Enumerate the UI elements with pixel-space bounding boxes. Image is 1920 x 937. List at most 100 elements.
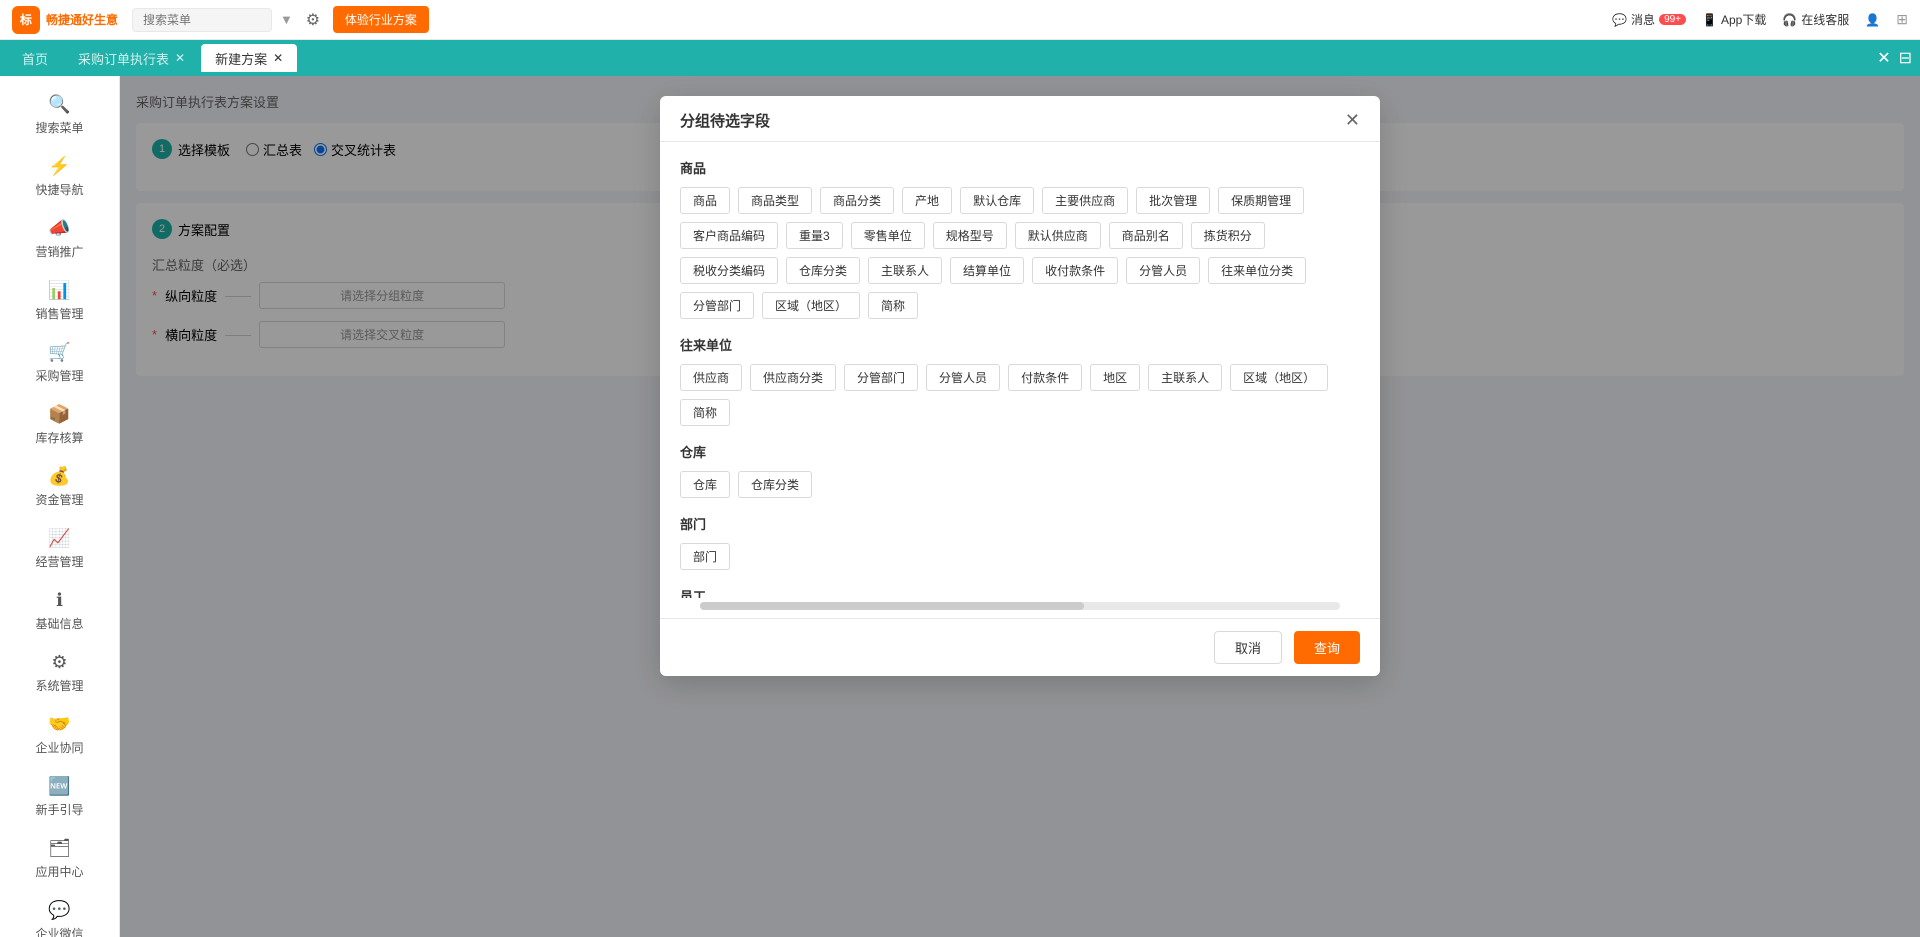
- shortcut-icon: ⚡: [48, 156, 70, 177]
- field-tag[interactable]: 产地: [902, 187, 952, 214]
- warehouse-field-grid: 仓库 仓库分类: [680, 471, 1360, 498]
- online-support-item[interactable]: 🎧 在线客服: [1782, 11, 1849, 28]
- field-tag[interactable]: 简称: [868, 292, 918, 319]
- sidebar-item-purchase[interactable]: 🛒 采购管理: [0, 332, 119, 394]
- field-tag[interactable]: 供应商分类: [750, 364, 836, 391]
- expand-icon[interactable]: ⊞: [1896, 11, 1908, 28]
- field-tag[interactable]: 商品类型: [738, 187, 812, 214]
- field-tag[interactable]: 保质期管理: [1218, 187, 1304, 214]
- sales-icon: 📊: [48, 280, 70, 301]
- field-tag[interactable]: 仓库分类: [738, 471, 812, 498]
- search-nav-icon: 🔍: [48, 94, 70, 115]
- trial-button[interactable]: 体验行业方案: [333, 6, 429, 33]
- sidebar-item-shortcut[interactable]: ⚡ 快捷导航: [0, 146, 119, 208]
- field-tag[interactable]: 区域（地区）: [762, 292, 860, 319]
- field-tag[interactable]: 拣货积分: [1191, 222, 1265, 249]
- tab-new-plan-label: 新建方案: [215, 49, 267, 68]
- field-tag[interactable]: 分管人员: [926, 364, 1000, 391]
- sidebar-item-collab[interactable]: 🤝 企业协同: [0, 704, 119, 766]
- field-tag[interactable]: 区域（地区）: [1230, 364, 1328, 391]
- field-tag[interactable]: 客户商品编码: [680, 222, 778, 249]
- field-tag[interactable]: 结算单位: [950, 257, 1024, 284]
- field-tag[interactable]: 主联系人: [868, 257, 942, 284]
- message-label: 消息: [1631, 11, 1655, 28]
- tab-purchase-exec-label: 采购订单执行表: [78, 49, 169, 68]
- sidebar-item-search[interactable]: 🔍 搜索菜单: [0, 84, 119, 146]
- sidebar-item-wechat[interactable]: 💬 企业微信: [0, 890, 119, 937]
- sidebar-item-finance[interactable]: 💰 资金管理: [0, 456, 119, 518]
- modal-footer: 取消 查询: [660, 618, 1380, 676]
- field-tag[interactable]: 重量3: [786, 222, 843, 249]
- field-tag[interactable]: 默认供应商: [1015, 222, 1101, 249]
- modal-body: 商品 商品 商品类型 商品分类 产地 默认仓库 主要供应商 批次管理 保质期管理…: [660, 142, 1380, 598]
- tab-home-label: 首页: [22, 49, 48, 68]
- field-tag[interactable]: 批次管理: [1136, 187, 1210, 214]
- app-download-label: App下载: [1721, 11, 1766, 28]
- field-tag[interactable]: 付款条件: [1008, 364, 1082, 391]
- logo-icon: 标: [12, 6, 40, 34]
- sidebar-item-guide[interactable]: 🆕 新手引导: [0, 766, 119, 828]
- field-tag[interactable]: 规格型号: [933, 222, 1007, 249]
- sidebar-item-marketing[interactable]: 📣 营销推广: [0, 208, 119, 270]
- field-tag[interactable]: 供应商: [680, 364, 742, 391]
- tab-home[interactable]: 首页: [8, 44, 62, 72]
- user-icon: 👤: [1865, 13, 1880, 27]
- message-item[interactable]: 💬 消息 99+: [1612, 11, 1686, 28]
- section-employee: 员工 业务员: [680, 586, 1360, 598]
- sidebar-item-inventory[interactable]: 📦 库存核算: [0, 394, 119, 456]
- tab-new-plan-close[interactable]: ✕: [273, 51, 283, 65]
- user-avatar[interactable]: 👤: [1865, 13, 1880, 27]
- modal-header: 分组待选字段 ✕: [660, 96, 1380, 142]
- section-department: 部门 部门: [680, 514, 1360, 570]
- sidebar-item-guide-label: 新手引导: [35, 801, 83, 818]
- system-icon: ⚙: [51, 652, 67, 673]
- close-window-icon[interactable]: ✕: [1877, 48, 1890, 68]
- sidebar-item-appcenter[interactable]: 🗂 应用中心: [0, 828, 119, 890]
- finance-icon: 💰: [48, 466, 70, 487]
- field-tag[interactable]: 分管部门: [844, 364, 918, 391]
- minimize-icon[interactable]: ⊟: [1899, 48, 1912, 68]
- sidebar-item-ops[interactable]: 📈 经营管理: [0, 518, 119, 580]
- field-tag[interactable]: 仓库分类: [786, 257, 860, 284]
- settings-icon[interactable]: ⚙: [301, 8, 325, 32]
- product-field-grid: 商品 商品类型 商品分类 产地 默认仓库 主要供应商 批次管理 保质期管理 客户…: [680, 187, 1360, 319]
- modal-close-button[interactable]: ✕: [1345, 110, 1360, 131]
- field-tag[interactable]: 默认仓库: [960, 187, 1034, 214]
- field-tag[interactable]: 简称: [680, 399, 730, 426]
- field-tag[interactable]: 零售单位: [851, 222, 925, 249]
- field-tag[interactable]: 部门: [680, 543, 730, 570]
- app-download-item[interactable]: 📱 App下载: [1702, 11, 1766, 28]
- field-tag[interactable]: 商品别名: [1109, 222, 1183, 249]
- tab-purchase-exec[interactable]: 采购订单执行表 ✕: [64, 44, 199, 72]
- cancel-button[interactable]: 取消: [1214, 631, 1282, 664]
- field-tag[interactable]: 税收分类编码: [680, 257, 778, 284]
- sidebar-item-finance-label: 资金管理: [35, 491, 83, 508]
- field-tag[interactable]: 仓库: [680, 471, 730, 498]
- tab-purchase-exec-close[interactable]: ✕: [175, 51, 185, 65]
- purchase-icon: 🛒: [48, 342, 70, 363]
- dropdown-arrow-icon[interactable]: ▼: [280, 12, 293, 27]
- field-tag[interactable]: 往来单位分类: [1208, 257, 1306, 284]
- brand-name: 畅捷通好生意: [46, 11, 118, 28]
- confirm-button[interactable]: 查询: [1294, 631, 1360, 664]
- sidebar-item-marketing-label: 营销推广: [35, 243, 83, 260]
- sidebar-item-basic[interactable]: ℹ 基础信息: [0, 580, 119, 642]
- support-icon: 🎧: [1782, 13, 1797, 27]
- field-tag[interactable]: 地区: [1090, 364, 1140, 391]
- modal-title: 分组待选字段: [680, 110, 770, 131]
- wechat-icon: 💬: [48, 900, 70, 921]
- sidebar: 🔍 搜索菜单 ⚡ 快捷导航 📣 营销推广 📊 销售管理 🛒 采购管理 📦 库存核…: [0, 76, 120, 937]
- sidebar-item-system[interactable]: ⚙ 系统管理: [0, 642, 119, 704]
- search-input[interactable]: [132, 8, 272, 32]
- horizontal-scrollbar[interactable]: [700, 602, 1340, 610]
- field-tag[interactable]: 收付款条件: [1032, 257, 1118, 284]
- field-tag[interactable]: 主联系人: [1148, 364, 1222, 391]
- app-icon: 📱: [1702, 13, 1717, 27]
- field-tag[interactable]: 主要供应商: [1042, 187, 1128, 214]
- field-tag[interactable]: 商品: [680, 187, 730, 214]
- tab-new-plan[interactable]: 新建方案 ✕: [201, 44, 297, 72]
- field-tag[interactable]: 分管部门: [680, 292, 754, 319]
- sidebar-item-sales[interactable]: 📊 销售管理: [0, 270, 119, 332]
- field-tag[interactable]: 分管人员: [1126, 257, 1200, 284]
- field-tag[interactable]: 商品分类: [820, 187, 894, 214]
